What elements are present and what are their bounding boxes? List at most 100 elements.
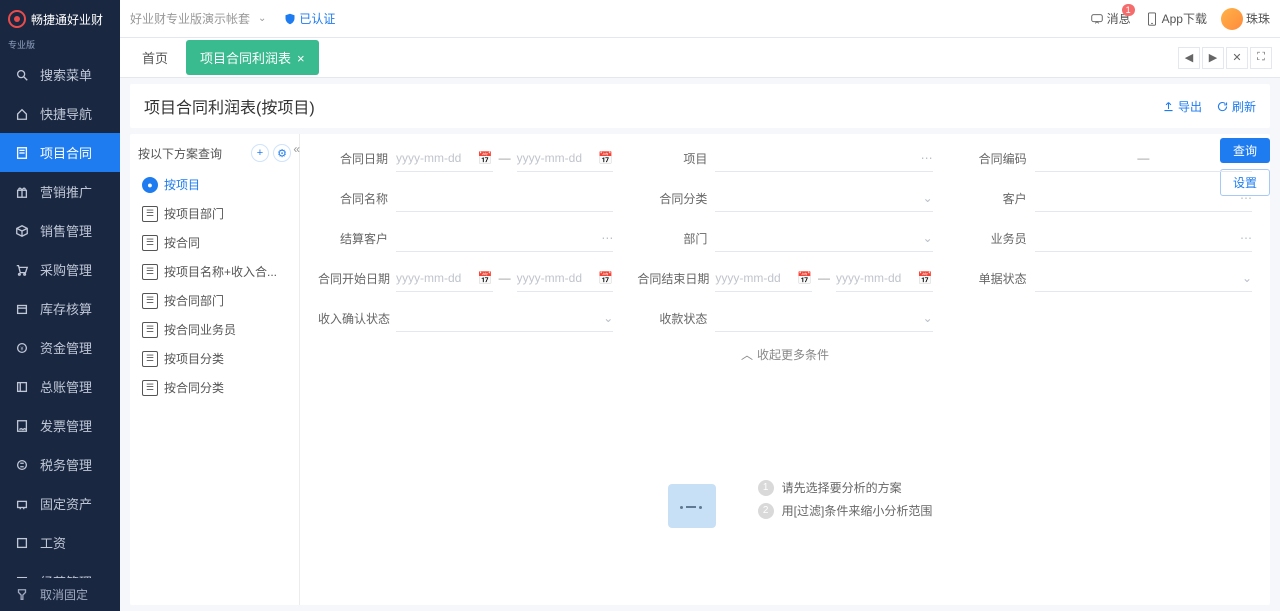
chevron-down-icon: ⌄ bbox=[603, 311, 613, 325]
scheme-collapse[interactable]: « bbox=[293, 142, 300, 156]
home-icon bbox=[14, 106, 30, 122]
sidebar-item-2[interactable]: 项目合同 bbox=[0, 133, 120, 172]
label-settle: 结算客户 bbox=[318, 230, 396, 247]
scheme-item-icon: ☰ bbox=[142, 293, 158, 309]
label-name: 合同名称 bbox=[318, 190, 396, 207]
filter-form: 合同日期 yyyy-mm-dd📅 — yyyy-mm-dd📅 项目 ⋯ bbox=[318, 144, 1252, 332]
pin-icon bbox=[14, 587, 30, 603]
scheme-item-5[interactable]: ☰按合同业务员 bbox=[138, 315, 291, 344]
download-button[interactable]: App下载 bbox=[1145, 10, 1207, 27]
sidebar-item-10[interactable]: 税务管理 bbox=[0, 445, 120, 484]
tab-0[interactable]: 首页 bbox=[128, 40, 182, 75]
scheme-item-2[interactable]: ☰按合同 bbox=[138, 228, 291, 257]
sidebar-unpin[interactable]: 取消固定 bbox=[0, 578, 120, 611]
start-date-from[interactable]: yyyy-mm-dd📅 bbox=[396, 264, 493, 292]
empty-illustration bbox=[638, 454, 728, 544]
scheme-item-7[interactable]: ☰按合同分类 bbox=[138, 373, 291, 402]
income-status-select[interactable]: ⌄ bbox=[396, 304, 613, 332]
invoice-icon bbox=[14, 418, 30, 434]
avatar bbox=[1221, 8, 1243, 30]
tab-label: 首页 bbox=[142, 51, 168, 66]
sidebar-item-6[interactable]: 库存核算 bbox=[0, 289, 120, 328]
tab-next[interactable]: ▶ bbox=[1202, 47, 1224, 69]
start-date-to[interactable]: yyyy-mm-dd📅 bbox=[517, 264, 614, 292]
scheme-item-label: 按项目分类 bbox=[164, 350, 224, 367]
sidebar-item-5[interactable]: 采购管理 bbox=[0, 250, 120, 289]
sidebar-item-3[interactable]: 营销推广 bbox=[0, 172, 120, 211]
more-icon: ⋯ bbox=[601, 231, 613, 245]
svg-text:¥: ¥ bbox=[21, 346, 24, 352]
messages-button[interactable]: 消息 1 bbox=[1090, 10, 1131, 27]
scheme-item-3[interactable]: ☰按项目名称+收入合... bbox=[138, 257, 291, 286]
pay-status-select[interactable]: ⌄ bbox=[715, 304, 932, 332]
sidebar-item-7[interactable]: ¥资金管理 bbox=[0, 328, 120, 367]
tab-prev[interactable]: ◀ bbox=[1178, 47, 1200, 69]
customer-picker[interactable]: ⋯ bbox=[1035, 184, 1252, 212]
tab-close-all[interactable]: ✕ bbox=[1226, 47, 1248, 69]
cart-icon bbox=[14, 262, 30, 278]
scheme-item-1[interactable]: ☰按项目部门 bbox=[138, 199, 291, 228]
label-pay-status: 收款状态 bbox=[637, 310, 715, 327]
sidebar-item-11[interactable]: 固定资产 bbox=[0, 484, 120, 523]
sidebar-item-8[interactable]: 总账管理 bbox=[0, 367, 120, 406]
end-date-from[interactable]: yyyy-mm-dd📅 bbox=[715, 264, 812, 292]
scheme-item-label: 按合同部门 bbox=[164, 292, 224, 309]
sidebar-item-13[interactable]: 经营管理 bbox=[0, 562, 120, 578]
label-customer: 客户 bbox=[957, 190, 1035, 207]
page-header: 项目合同利润表(按项目) 导出 刷新 bbox=[130, 84, 1270, 128]
label-income-status: 收入确认状态 bbox=[318, 310, 396, 327]
tabs: 首页 项目合同利润表 × ◀ ▶ ✕ ⛶ bbox=[120, 38, 1280, 78]
logo: 畅捷通好业财 bbox=[0, 0, 120, 38]
calendar-icon: 📅 bbox=[598, 271, 613, 285]
refresh-button[interactable]: 刷新 bbox=[1216, 98, 1256, 115]
scheme-settings[interactable]: ⚙ bbox=[273, 144, 291, 162]
user-menu[interactable]: 珠珠 bbox=[1221, 8, 1270, 30]
contract-date-to[interactable]: yyyy-mm-dd📅 bbox=[517, 144, 614, 172]
scheme-item-4[interactable]: ☰ 按合同部门 bbox=[138, 286, 291, 315]
settle-picker[interactable]: ⋯ bbox=[396, 224, 613, 252]
type-select[interactable]: ⌄ bbox=[715, 184, 932, 212]
sidebar-item-9[interactable]: 发票管理 bbox=[0, 406, 120, 445]
brand-edition: 专业版 bbox=[0, 38, 120, 55]
export-button[interactable]: 导出 bbox=[1162, 98, 1202, 115]
contract-date-from[interactable]: yyyy-mm-dd📅 bbox=[396, 144, 493, 172]
project-picker[interactable]: ⋯ bbox=[715, 144, 932, 172]
scheme-item-label: 按项目 bbox=[164, 176, 200, 193]
sales-picker[interactable]: ⋯ bbox=[1035, 224, 1252, 252]
sidebar-item-4[interactable]: 销售管理 bbox=[0, 211, 120, 250]
msg-badge: 1 bbox=[1122, 4, 1135, 16]
end-date-to[interactable]: yyyy-mm-dd📅 bbox=[836, 264, 933, 292]
sidebar-item-0[interactable]: 搜索菜单 bbox=[0, 55, 120, 94]
collapse-filters[interactable]: ︿ 收起更多条件 bbox=[741, 346, 829, 363]
name-input[interactable] bbox=[396, 184, 613, 212]
dept-select[interactable]: ⌄ bbox=[715, 224, 932, 252]
label-dept: 部门 bbox=[637, 230, 715, 247]
scheme-item-icon: ☰ bbox=[142, 322, 158, 338]
chevron-down-icon: ⌄ bbox=[923, 231, 933, 245]
sidebar-item-label: 项目合同 bbox=[40, 143, 92, 162]
scheme-item-0[interactable]: ●按项目 bbox=[138, 170, 291, 199]
tab-1[interactable]: 项目合同利润表 × bbox=[186, 40, 319, 75]
tab-close[interactable]: × bbox=[297, 51, 305, 66]
tab-label: 项目合同利润表 bbox=[200, 51, 291, 66]
status-select[interactable]: ⌄ bbox=[1035, 264, 1252, 292]
salary-icon bbox=[14, 535, 30, 551]
chevron-up-icon: ︿ bbox=[741, 346, 753, 363]
sidebar-item-label: 发票管理 bbox=[40, 416, 92, 435]
sidebar-item-12[interactable]: 工资 bbox=[0, 523, 120, 562]
label-sales: 业务员 bbox=[957, 230, 1035, 247]
sidebar-item-1[interactable]: 快捷导航 bbox=[0, 94, 120, 133]
scheme-item-6[interactable]: ☰按项目分类 bbox=[138, 344, 291, 373]
page-title: 项目合同利润表(按项目) bbox=[144, 94, 315, 118]
fullscreen-button[interactable]: ⛶ bbox=[1250, 47, 1272, 69]
scheme-add[interactable]: + bbox=[251, 144, 269, 162]
chat-icon bbox=[1090, 12, 1104, 26]
tenant-selector[interactable]: 好业财专业版演示帐套 bbox=[130, 10, 258, 27]
phone-icon bbox=[1145, 12, 1159, 26]
content: 项目合同利润表(按项目) 导出 刷新 按以下方案查询 bbox=[120, 78, 1280, 611]
code-field[interactable]: — bbox=[1035, 144, 1252, 172]
search-icon bbox=[14, 67, 30, 83]
chevron-down-icon: ⌄ bbox=[1242, 271, 1252, 285]
empty-state: 1请先选择要分析的方案 2用[过滤]条件来缩小分析范围 bbox=[318, 403, 1252, 595]
empty-step-1: 1请先选择要分析的方案 bbox=[758, 479, 933, 496]
